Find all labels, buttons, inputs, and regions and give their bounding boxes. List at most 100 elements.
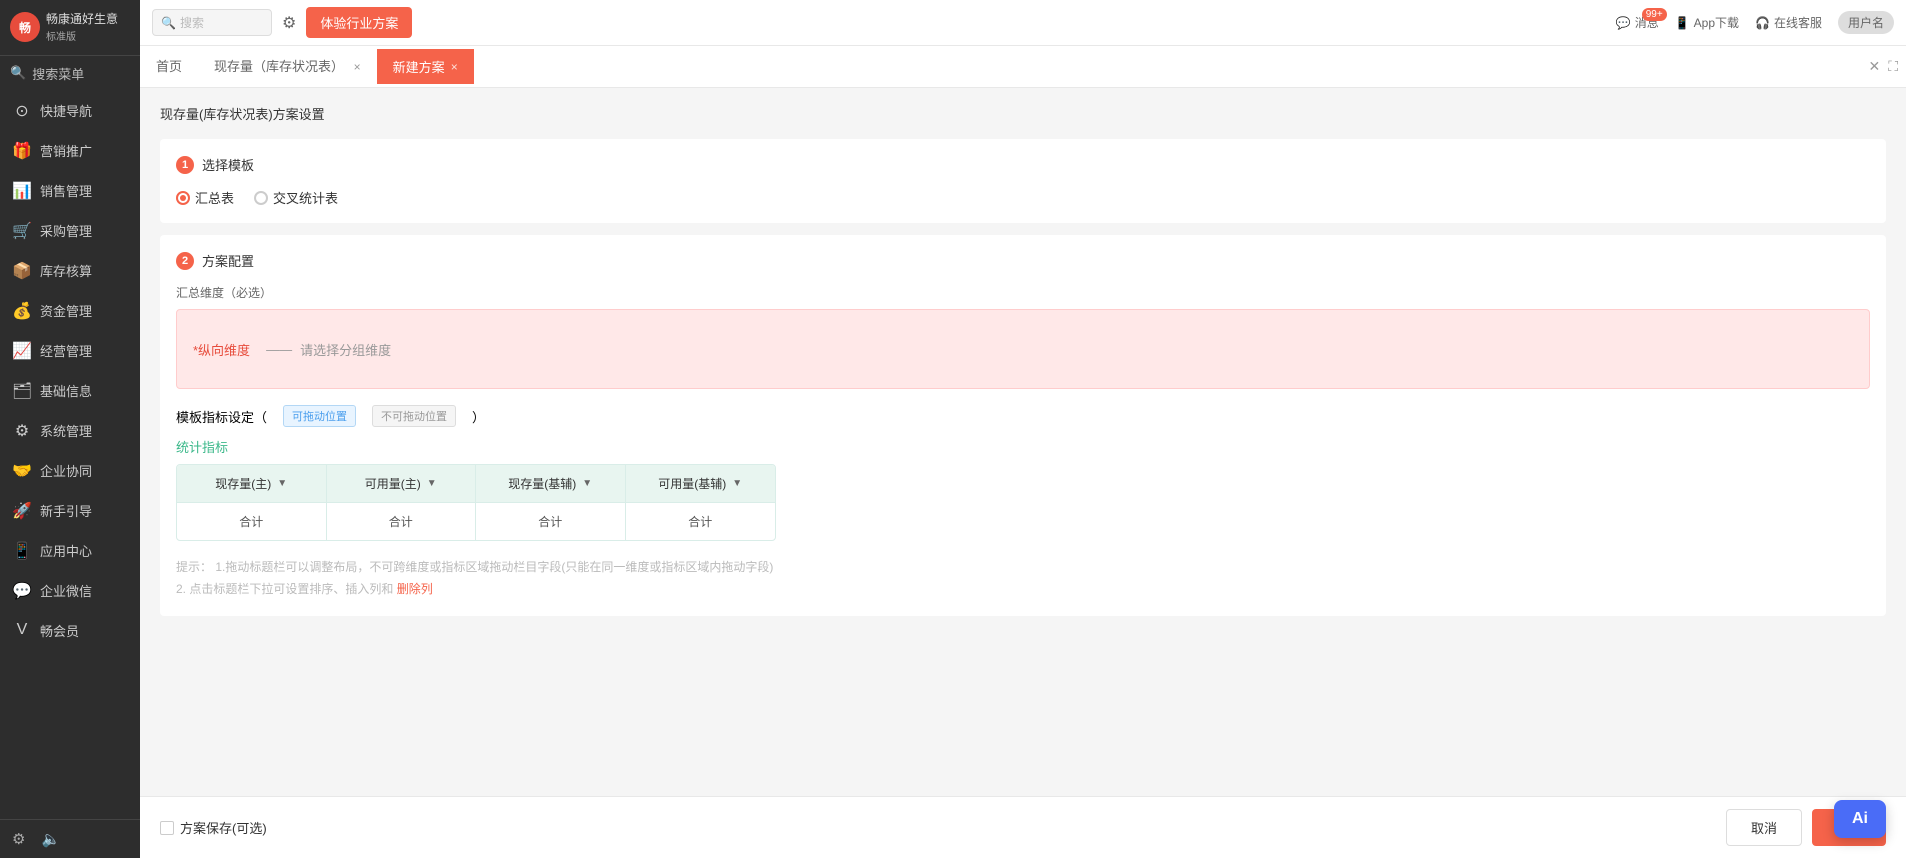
marketing-label: 营销推广 xyxy=(40,141,92,160)
indicator-label-suffix: ） xyxy=(472,407,485,426)
tip1: 提示： 1.拖动标题栏可以调整布局，不可跨维度或指标区域拖动栏目字段(只能在同一… xyxy=(176,557,1870,579)
tip2: 2. 点击标题栏下拉可设置排序、插入列和 删除列 xyxy=(176,579,1870,601)
contract-icon: 🤝 xyxy=(12,461,32,481)
dropdown-col1[interactable]: ▼ xyxy=(277,478,287,489)
cancel-button[interactable]: 取消 xyxy=(1726,809,1802,846)
dropdown-col3[interactable]: ▼ xyxy=(582,478,592,489)
template-options: 汇总表 交叉统计表 xyxy=(176,188,1870,207)
sidebar-item-wechat[interactable]: 💬企业微信 xyxy=(0,571,140,611)
app-download-button[interactable]: 📱 App下载 xyxy=(1675,14,1739,31)
sidebar-item-app-center[interactable]: 📱应用中心 xyxy=(0,531,140,571)
message-badge: 99+ xyxy=(1642,8,1667,21)
message-icon: 💬 xyxy=(1616,16,1631,30)
tabbar-right: ✕ ⛶ xyxy=(1868,58,1906,75)
sidebar-item-basic-info[interactable]: 🗂 基础信息 xyxy=(0,371,140,411)
dropdown-col4[interactable]: ▼ xyxy=(732,478,742,489)
basic-info-icon: 🗂 xyxy=(12,381,32,401)
sidebar-search[interactable]: 🔍 搜索菜单 xyxy=(0,56,140,91)
movable-badge: 可拖动位置 xyxy=(283,405,356,427)
tip2-prefix: 2. 点击标题栏下拉可设置排序、插入列和 xyxy=(176,582,393,596)
close-tab-icon[interactable]: ✕ xyxy=(1868,58,1880,75)
sidebar-item-marketing[interactable]: 🎁营销推广 xyxy=(0,131,140,171)
tip2-link[interactable]: 删除列 xyxy=(397,582,433,596)
topbar-search[interactable]: 🔍 搜索 xyxy=(152,9,272,36)
radio-summary-circle xyxy=(176,191,190,205)
purchase-label: 采购管理 xyxy=(40,221,92,240)
sidebar-item-system[interactable]: ⚙系统管理 xyxy=(0,411,140,451)
inventory-icon: 📦 xyxy=(12,261,32,281)
app-download-label: App下载 xyxy=(1694,14,1739,31)
app-center-label: 应用中心 xyxy=(40,541,92,560)
basic-info-label: 基础信息 xyxy=(40,381,92,400)
radio-cross-label: 交叉统计表 xyxy=(273,188,338,207)
sidebar-item-operations[interactable]: 📈经营管理 xyxy=(0,331,140,371)
tab-inventory-label: 现存量（库存状况表） xyxy=(214,59,344,74)
stats-cell-0-3: 合计 xyxy=(626,503,776,540)
online-service-label: 在线客服 xyxy=(1774,14,1822,31)
col-label-col4: 可用量(基辅) xyxy=(658,475,726,492)
sidebar-item-inventory[interactable]: 📦 库存核算 xyxy=(0,251,140,291)
guide-icon: 🚀 xyxy=(12,501,32,521)
radio-summary[interactable]: 汇总表 xyxy=(176,188,234,207)
radio-summary-label: 汇总表 xyxy=(195,188,234,207)
stats-cell-0-2: 合计 xyxy=(476,503,626,540)
radio-cross[interactable]: 交叉统计表 xyxy=(254,188,338,207)
sidebar-item-guide[interactable]: 🚀新手引导 xyxy=(0,491,140,531)
quick-nav-label: 快捷导航 xyxy=(40,101,92,120)
dimension-dash: —— xyxy=(266,342,292,357)
quick-nav-icon: ⊙ xyxy=(12,101,32,121)
message-button[interactable]: 💬 消息 99+ xyxy=(1616,14,1659,31)
search-placeholder: 搜索 xyxy=(180,14,204,31)
sidebar-item-finance[interactable]: 💰资金管理 xyxy=(0,291,140,331)
save-checkbox[interactable]: 方案保存(可选) xyxy=(160,818,267,837)
tip1-text: 1.拖动标题栏可以调整布局，不可跨维度或指标区域拖动栏目字段(只能在同一维度或指… xyxy=(215,560,773,574)
stats-header-col1[interactable]: 现存量(主) ▼ xyxy=(177,465,327,502)
stats-label: 统计指标 xyxy=(176,437,1870,456)
topbar-right: 💬 消息 99+ 📱 App下载 🎧 在线客服 用户名 xyxy=(1616,11,1894,34)
page-title: 现存量(库存状况表)方案设置 xyxy=(160,104,1886,123)
indicator-label-text: 模板指标设定（ xyxy=(176,407,267,426)
sidebar: 畅 畅康通好生意 标准版 🔍 搜索菜单 ⊙ 快捷导航 🎁营销推广📊销售管理🛒采购管理… xyxy=(0,0,140,858)
sidebar-item-member[interactable]: V畅会员 xyxy=(0,611,140,650)
stats-header-col2[interactable]: 可用量(主) ▼ xyxy=(327,465,477,502)
tab-home-label: 首页 xyxy=(156,59,182,74)
sidebar-item-purchase[interactable]: 🛒采购管理 xyxy=(0,211,140,251)
action-button[interactable]: 体验行业方案 xyxy=(306,7,412,38)
member-icon: V xyxy=(12,621,32,639)
stats-table-body: 合计合计合计合计 xyxy=(177,502,775,540)
stats-section: 统计指标 现存量(主)▼可用量(主)▼现存量(基辅)▼可用量(基辅)▼ 合计合计… xyxy=(176,437,1870,541)
sidebar-item-contract[interactable]: 🤝企业协同 xyxy=(0,451,140,491)
expand-icon[interactable]: ⛶ xyxy=(1888,58,1898,75)
dimension-selector[interactable]: *纵向维度 —— 请选择分组维度 xyxy=(176,309,1870,389)
inventory-label: 库存核算 xyxy=(40,261,92,280)
dropdown-col2[interactable]: ▼ xyxy=(427,478,437,489)
radio-cross-circle xyxy=(254,191,268,205)
tab-home[interactable]: 首页 xyxy=(140,46,198,87)
topbar: 🔍 搜索 ⚙ 体验行业方案 💬 消息 99+ 📱 App下载 🎧 在线客服 用户… xyxy=(140,0,1906,46)
tab-new-plan-close[interactable]: × xyxy=(451,60,458,74)
ai-button[interactable]: Ai xyxy=(1834,800,1886,838)
footer-section: 方案保存(可选) 取消 查询 xyxy=(140,796,1906,858)
tab-inventory-close[interactable]: × xyxy=(354,60,361,74)
sidebar-footer: ⚙ 🔈 xyxy=(0,819,140,858)
tab-new-plan[interactable]: 新建方案 × xyxy=(377,49,474,84)
col-label-col1: 现存量(主) xyxy=(215,475,271,492)
sidebar-item-sales[interactable]: 📊销售管理 xyxy=(0,171,140,211)
col-label-col2: 可用量(主) xyxy=(365,475,421,492)
sidebar-logo: 畅 畅康通好生意 标准版 xyxy=(0,0,140,56)
speaker-icon[interactable]: 🔈 xyxy=(41,830,60,848)
online-service-button[interactable]: 🎧 在线客服 xyxy=(1755,14,1822,31)
sidebar-item-quick-nav[interactable]: ⊙ 快捷导航 xyxy=(0,91,140,131)
fixed-badge: 不可拖动位置 xyxy=(372,405,456,427)
sales-label: 销售管理 xyxy=(40,181,92,200)
tab-inventory[interactable]: 现存量（库存状况表） × xyxy=(198,46,377,87)
stats-cell-0-0: 合计 xyxy=(177,503,327,540)
system-icon: ⚙ xyxy=(12,421,32,441)
gear-icon[interactable]: ⚙ xyxy=(282,13,296,33)
stats-header-col4[interactable]: 可用量(基辅) ▼ xyxy=(626,465,776,502)
dimension-placeholder: 请选择分组维度 xyxy=(300,340,391,359)
stats-header-col3[interactable]: 现存量(基辅)▼ xyxy=(476,465,626,502)
logo-name: 畅康通好生意 xyxy=(46,12,118,28)
user-avatar[interactable]: 用户名 xyxy=(1838,11,1894,34)
settings-icon[interactable]: ⚙ xyxy=(12,830,25,848)
